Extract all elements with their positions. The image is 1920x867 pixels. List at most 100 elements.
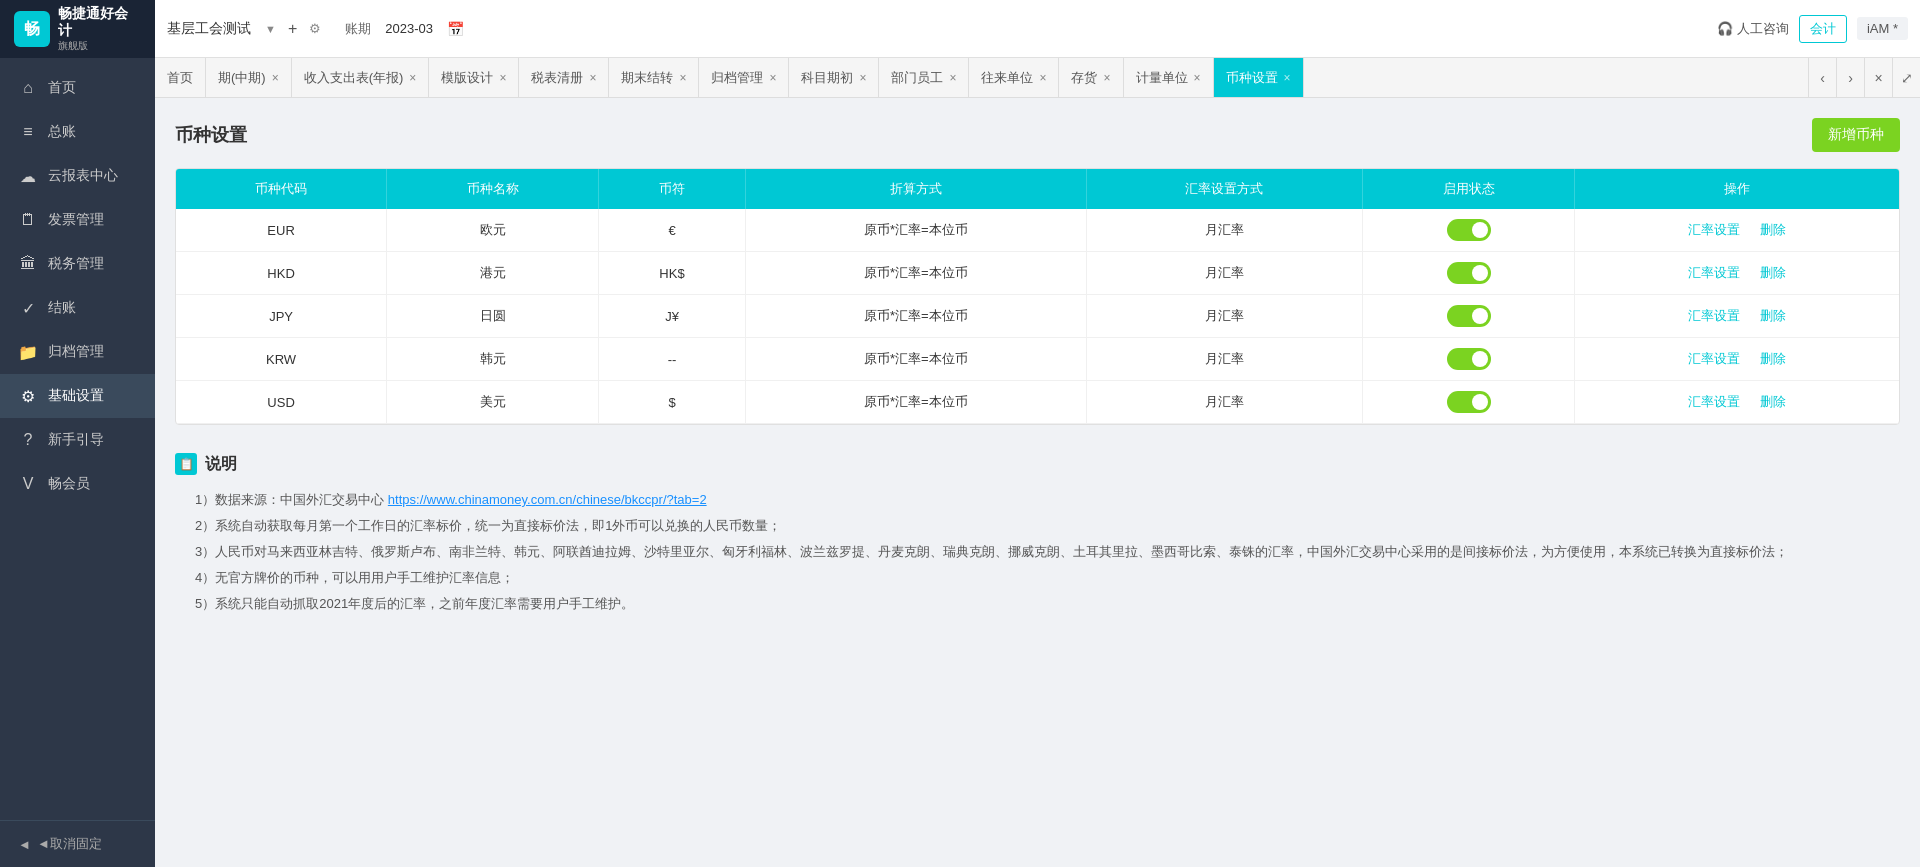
note-item-4: 4）无官方牌价的币种，可以用用户手工维护汇率信息； [195,565,1900,591]
tab-label: 首页 [167,69,193,87]
close-tab-icon[interactable]: × [859,72,866,84]
sidebar-item-ledger[interactable]: ≡ 总账 [0,110,155,154]
tab-label: 计量单位 [1136,69,1188,87]
sidebar: 畅 畅捷通好会计 旗舰版 ⌂ 首页 ≡ 总账 ☁ 云报表中心 🗒 发票管理 🏛 … [0,0,155,867]
tab-expand-button[interactable]: ⤢ [1892,58,1920,98]
cloud-icon: ☁ [18,166,38,186]
sidebar-item-settle[interactable]: ✓ 结账 [0,286,155,330]
tax-icon: 🏛 [18,254,38,274]
tab-income[interactable]: 收入支出表(年报) × [292,58,430,97]
tab-close-all-button[interactable]: × [1864,58,1892,98]
tab-label: 模版设计 [441,69,493,87]
help-button[interactable]: 🎧 人工咨询 [1717,20,1789,38]
tab-label: 存货 [1071,69,1097,87]
notes-section: 📋 说明 1）数据来源：中国外汇交易中心 https://www.chinamo… [175,453,1900,617]
col-symbol: 币符 [598,169,745,209]
project-dropdown-icon[interactable]: ▼ [265,23,276,35]
invoice-icon: 🗒 [18,210,38,230]
rate-setting-link-hkd[interactable]: 汇率设置 [1688,265,1740,280]
sidebar-item-guide[interactable]: ? 新手引导 [0,418,155,462]
close-tab-icon[interactable]: × [499,72,506,84]
tab-label: 收入支出表(年报) [304,69,404,87]
close-tab-icon[interactable]: × [769,72,776,84]
sidebar-pin-toggle[interactable]: ◄ ◄取消固定 [0,820,155,867]
notes-title: 说明 [205,454,237,475]
note-item-3: 3）人民币对马来西亚林吉特、俄罗斯卢布、南非兰特、韩元、阿联酋迪拉姆、沙特里亚尔… [195,539,1900,565]
sidebar-item-label: 基础设置 [48,387,104,405]
settings-icon: ⚙ [18,386,38,406]
tab-inventory[interactable]: 存货 × [1059,58,1123,97]
close-tab-icon[interactable]: × [1284,72,1291,84]
topbar-right: 🎧 人工咨询 会计 iAM * [1717,15,1908,43]
cell-code: EUR [176,209,387,252]
tab-period[interactable]: 期(中期) × [206,58,292,97]
status-toggle-krw[interactable] [1447,348,1491,370]
close-tab-icon[interactable]: × [679,72,686,84]
tab-prev-button[interactable]: ‹ [1808,58,1836,98]
sidebar-item-home[interactable]: ⌂ 首页 [0,66,155,110]
sidebar-item-settings[interactable]: ⚙ 基础设置 [0,374,155,418]
tab-next-button[interactable]: › [1836,58,1864,98]
delete-link-jpy[interactable]: 删除 [1760,308,1786,323]
tab-customer[interactable]: 往来单位 × [969,58,1059,97]
tab-currency[interactable]: 币种设置 × [1214,58,1304,97]
home-icon: ⌂ [18,78,38,98]
calendar-icon[interactable]: 📅 [447,21,464,37]
currency-table-container: 币种代码 币种名称 币符 折算方式 汇率设置方式 启用状态 操作 EUR 欧元 … [175,168,1900,425]
cell-conversion: 原币*汇率=本位币 [746,295,1087,338]
sidebar-item-label: 归档管理 [48,343,104,361]
rate-setting-link-krw[interactable]: 汇率设置 [1688,351,1740,366]
delete-link-hkd[interactable]: 删除 [1760,265,1786,280]
cell-name: 日圆 [387,295,599,338]
close-tab-icon[interactable]: × [589,72,596,84]
rate-setting-link-jpy[interactable]: 汇率设置 [1688,308,1740,323]
account-button[interactable]: 会计 [1799,15,1847,43]
tab-unit[interactable]: 计量单位 × [1124,58,1214,97]
notes-icon: 📋 [175,453,197,475]
close-tab-icon[interactable]: × [949,72,956,84]
sidebar-item-tax[interactable]: 🏛 税务管理 [0,242,155,286]
tab-label: 期末结转 [621,69,673,87]
chinamoney-link[interactable]: https://www.chinamoney.com.cn/chinese/bk… [388,492,707,507]
project-settings-icon[interactable]: ⚙ [309,21,321,36]
tab-home[interactable]: 首页 [155,58,206,97]
tab-subject[interactable]: 科目期初 × [789,58,879,97]
new-currency-button[interactable]: 新增币种 [1812,118,1900,152]
close-tab-icon[interactable]: × [409,72,416,84]
sidebar-item-archive[interactable]: 📁 归档管理 [0,330,155,374]
cell-symbol: HK$ [598,252,745,295]
sidebar-item-label: 结账 [48,299,76,317]
add-project-icon[interactable]: + [288,20,297,38]
sidebar-item-label: 新手引导 [48,431,104,449]
close-tab-icon[interactable]: × [1194,72,1201,84]
tab-template[interactable]: 模版设计 × [429,58,519,97]
status-toggle-hkd[interactable] [1447,262,1491,284]
status-toggle-jpy[interactable] [1447,305,1491,327]
close-tab-icon[interactable]: × [1103,72,1110,84]
cell-rate-type: 月汇率 [1086,381,1363,424]
tab-tax[interactable]: 税表清册 × [519,58,609,97]
sidebar-item-invoice[interactable]: 🗒 发票管理 [0,198,155,242]
close-tab-icon[interactable]: × [272,72,279,84]
close-tab-icon[interactable]: × [1039,72,1046,84]
delete-link-usd[interactable]: 删除 [1760,394,1786,409]
rate-setting-link-eur[interactable]: 汇率设置 [1688,222,1740,237]
sidebar-item-label: 云报表中心 [48,167,118,185]
cell-actions: 汇率设置 删除 [1575,338,1899,381]
sidebar-item-reports[interactable]: ☁ 云报表中心 [0,154,155,198]
tab-archive[interactable]: 归档管理 × [699,58,789,97]
rate-setting-link-usd[interactable]: 汇率设置 [1688,394,1740,409]
help-label: 人工咨询 [1737,20,1789,38]
sidebar-item-label: 税务管理 [48,255,104,273]
status-toggle-usd[interactable] [1447,391,1491,413]
table-body: EUR 欧元 € 原币*汇率=本位币 月汇率 汇率设置 删除 HKD 港元 HK… [176,209,1899,424]
delete-link-eur[interactable]: 删除 [1760,222,1786,237]
sidebar-item-member[interactable]: V 畅会员 [0,462,155,506]
note-item-2: 2）系统自动获取每月第一个工作日的汇率标价，统一为直接标价法，即1外币可以兑换的… [195,513,1900,539]
topbar: 基层工会测试 ▼ + ⚙ 账期 2023-03 📅 🎧 人工咨询 会计 iAM … [155,0,1920,58]
tab-period-end[interactable]: 期末结转 × [609,58,699,97]
tab-dept[interactable]: 部门员工 × [879,58,969,97]
delete-link-krw[interactable]: 删除 [1760,351,1786,366]
archive-icon: 📁 [18,342,38,362]
status-toggle-eur[interactable] [1447,219,1491,241]
